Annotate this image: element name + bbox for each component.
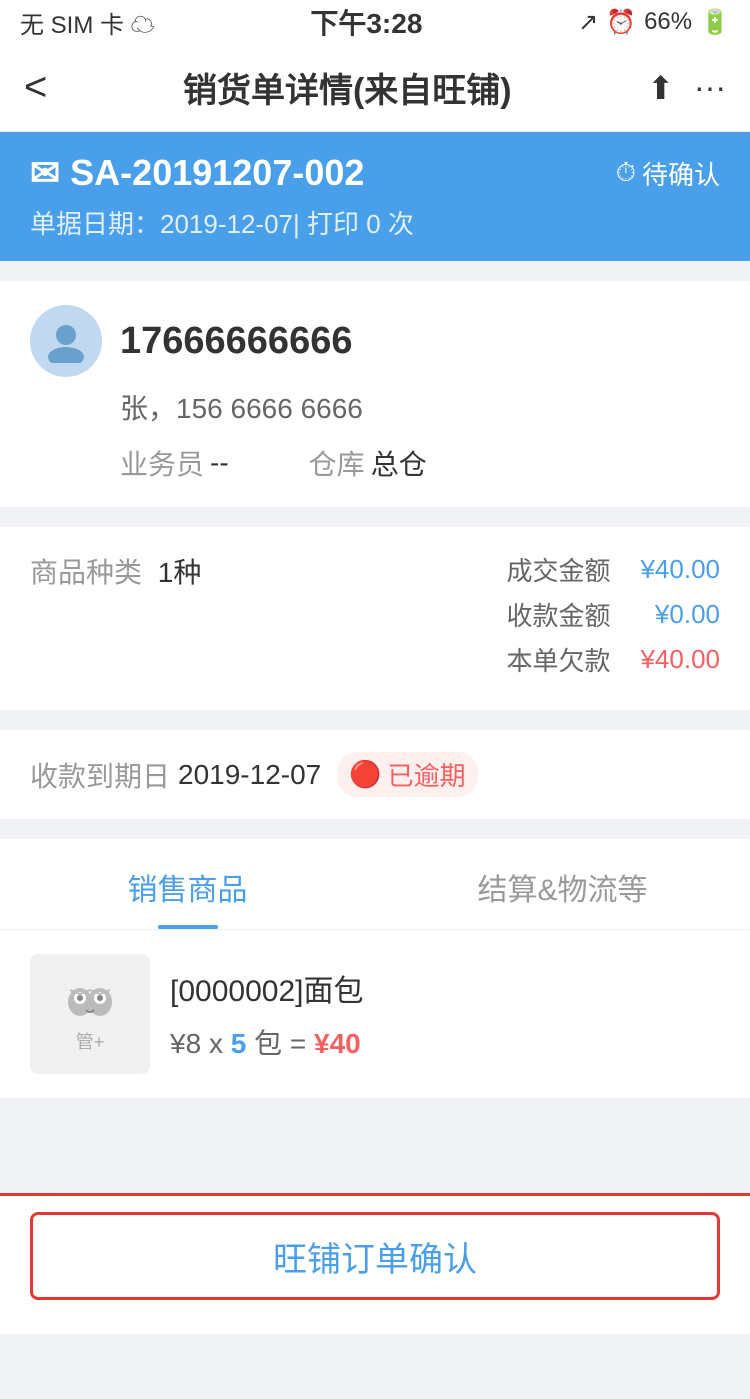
order-icon: ✉ xyxy=(30,152,60,194)
order-id: ✉ SA-20191207-002 xyxy=(30,152,364,194)
more-icon[interactable]: ··· xyxy=(694,69,726,106)
customer-phone: 17666666666 xyxy=(120,320,352,363)
date-label: 单据日期： xyxy=(30,209,160,239)
received-amount-row: 收款金额 ¥0.00 xyxy=(506,596,720,633)
product-thumbnail: 管+ xyxy=(30,954,150,1074)
product-code: [0000002] xyxy=(170,975,303,1008)
status-time: 下午3:28 xyxy=(310,2,422,42)
product-name-text: 面包 xyxy=(303,975,363,1008)
tab-sales-label: 销售商品 xyxy=(128,874,248,907)
brand-plus-icon: 管+ xyxy=(76,1028,105,1054)
status-left: 无 SIM 卡 ☁ xyxy=(20,5,155,40)
customer-meta: 业务员 -- 仓库 总仓 xyxy=(120,443,720,483)
header-banner: ✉ SA-20191207-002 ⏱ 待确认 单据日期：2019-12-07|… xyxy=(0,132,750,261)
print-info: | 打印 0 次 xyxy=(293,209,414,239)
overdue-badge: 🔴 已逾期 xyxy=(337,752,477,797)
order-date-info: 单据日期：2019-12-07| 打印 0 次 xyxy=(30,204,720,241)
nav-left: < xyxy=(24,65,47,110)
back-button[interactable]: < xyxy=(24,65,47,110)
table-row: 管+ [0000002]面包 ¥8 x 5 包 = ¥40 xyxy=(0,930,750,1099)
nav-bar: < 销货单详情(来自旺铺) ⬆ ··· xyxy=(0,44,750,132)
avatar xyxy=(30,305,102,377)
confirm-order-button[interactable]: 旺铺订单确认 xyxy=(30,1212,720,1300)
banner-top: ✉ SA-20191207-002 ⏱ 待确认 xyxy=(30,152,720,194)
unit-price: ¥8 xyxy=(170,1028,201,1059)
tabs-section: 销售商品 结算&物流等 xyxy=(0,839,750,1099)
tab-settlement[interactable]: 结算&物流等 xyxy=(375,839,750,929)
total-price: ¥40 xyxy=(314,1028,361,1059)
amount-summary: 成交金额 ¥40.00 收款金额 ¥0.00 本单欠款 ¥40.00 xyxy=(506,551,720,686)
summary-section: 商品种类 1种 成交金额 ¥40.00 收款金额 ¥0.00 本单欠款 ¥40.… xyxy=(0,527,750,710)
quantity: 5 xyxy=(231,1028,247,1059)
product-list: 管+ [0000002]面包 ¥8 x 5 包 = ¥40 xyxy=(0,930,750,1099)
order-id-text: SA-20191207-002 xyxy=(70,152,364,194)
order-date: 2019-12-07 xyxy=(160,209,293,239)
product-thumb-inner: 管+ xyxy=(60,974,120,1054)
battery-level: 66% xyxy=(644,8,692,36)
due-date-section: 收款到期日 2019-12-07 🔴 已逾期 xyxy=(0,730,750,819)
tab-sales-products[interactable]: 销售商品 xyxy=(0,839,375,929)
multiply-sign: x xyxy=(209,1028,231,1059)
nav-right: ⬆ ··· xyxy=(647,69,726,107)
received-amount-label: 收款金额 xyxy=(506,596,610,633)
status-clock-icon: ⏱ xyxy=(616,157,636,189)
warehouse-label: 仓库 xyxy=(309,443,365,483)
sim-status: 无 SIM 卡 ☁ xyxy=(20,5,155,40)
customer-name: 张，156 6666 6666 xyxy=(120,387,720,427)
product-price: ¥8 x 5 包 = ¥40 xyxy=(170,1022,720,1062)
deal-amount-row: 成交金额 ¥40.00 xyxy=(506,551,720,588)
product-name: [0000002]面包 xyxy=(170,966,720,1010)
page-title: 销货单详情(来自旺铺) xyxy=(183,63,512,112)
salesperson-value: -- xyxy=(210,447,229,479)
customer-section: 17666666666 张，156 6666 6666 业务员 -- 仓库 总仓 xyxy=(0,281,750,507)
product-type: 商品种类 1种 xyxy=(30,551,201,591)
tab-settlement-label: 结算&物流等 xyxy=(477,874,647,907)
battery-icon: 🔋 xyxy=(700,8,730,37)
type-label: 商品种类 xyxy=(30,557,142,588)
type-value: 1种 xyxy=(158,557,202,588)
status-right: ↗ ⏰ 66% 🔋 xyxy=(578,8,730,37)
order-status-badge: ⏱ 待确认 xyxy=(616,155,720,192)
received-amount-value: ¥0.00 xyxy=(655,599,720,630)
overdue-text: 已逾期 xyxy=(388,756,466,793)
tabs-header: 销售商品 结算&物流等 xyxy=(0,839,750,930)
due-date-label: 收款到期日 xyxy=(30,755,170,795)
owed-amount-row: 本单欠款 ¥40.00 xyxy=(506,641,720,678)
confirm-section: 旺铺订单确认 xyxy=(0,1193,750,1334)
alarm-icon: ⏰ xyxy=(606,8,636,37)
owed-amount-label: 本单欠款 xyxy=(506,641,610,678)
salesperson-label: 业务员 xyxy=(120,443,204,483)
status-bar: 无 SIM 卡 ☁ 下午3:28 ↗ ⏰ 66% 🔋 xyxy=(0,0,750,44)
order-status-text: 待确认 xyxy=(642,155,720,192)
warehouse-value: 总仓 xyxy=(371,443,427,483)
unit: 包 xyxy=(254,1028,282,1059)
deal-amount-label: 成交金额 xyxy=(506,551,610,588)
overdue-icon: 🔴 xyxy=(349,759,381,790)
due-date-value: 2019-12-07 xyxy=(178,759,321,791)
equals-sign: = xyxy=(290,1028,314,1059)
location-icon: ↗ xyxy=(578,8,598,37)
owl-logo-icon xyxy=(60,974,120,1024)
product-info: [0000002]面包 ¥8 x 5 包 = ¥40 xyxy=(170,966,720,1062)
share-icon[interactable]: ⬆ xyxy=(647,69,674,107)
deal-amount-value: ¥40.00 xyxy=(640,554,720,585)
owed-amount-value: ¥40.00 xyxy=(640,644,720,675)
customer-top: 17666666666 xyxy=(30,305,720,377)
